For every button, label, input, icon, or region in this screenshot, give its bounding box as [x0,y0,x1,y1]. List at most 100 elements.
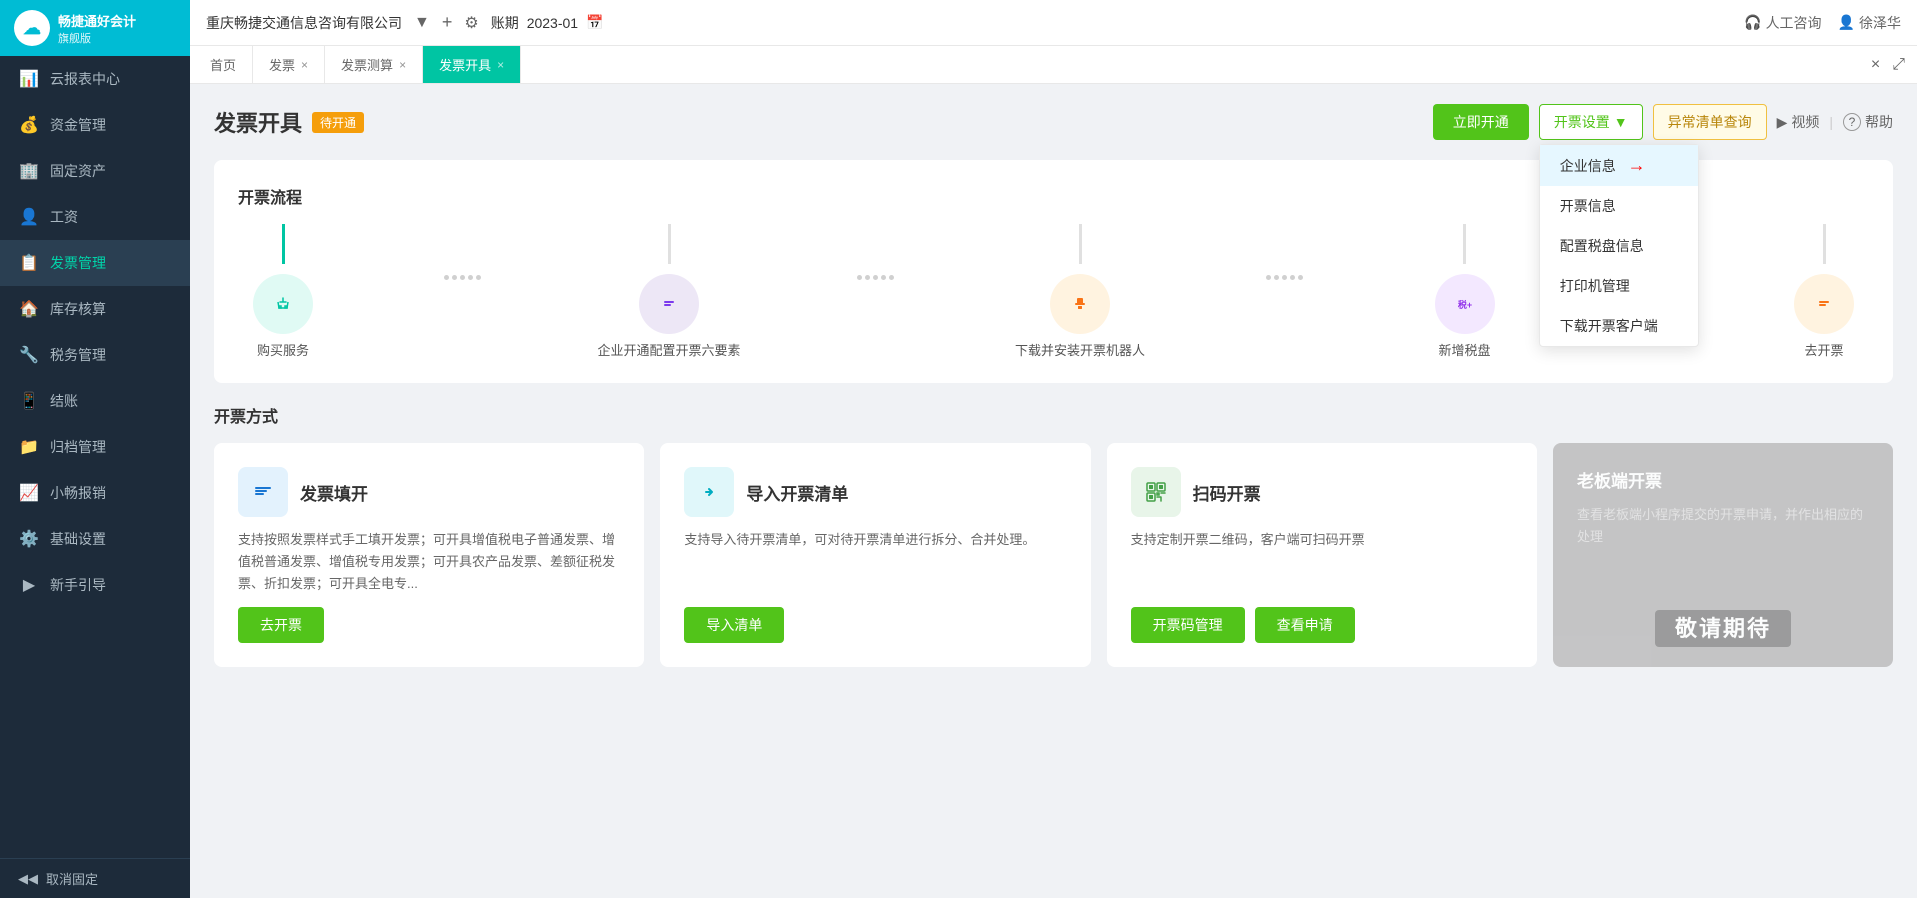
boss-overlay-text: 敬请期待 [1655,610,1791,647]
invoice-info-label: 开票信息 [1560,198,1616,214]
method-fill-header: 发票填开 [238,467,620,517]
settings-button[interactable]: 开票设置 ▼ [1539,104,1643,140]
tab-invoice-test[interactable]: 发票测算 × [325,46,423,83]
method-import-title: 导入开票清单 [746,480,848,505]
step-icon-add-disk: 税+ [1435,274,1495,334]
topbar: 重庆畅捷交通信息咨询有限公司 ▼ + ⚙ 账期 2023-01 📅 🎧 人工咨询… [190,0,1917,46]
abnormal-button[interactable]: 异常清单查询 [1653,104,1767,140]
sidebar-item-salary[interactable]: 👤 工资 [0,194,190,240]
tab-home-label: 首页 [210,55,236,74]
menu-item-printer[interactable]: 打印机管理 [1540,266,1698,306]
period-area: 账期 2023-01 📅 [491,13,604,33]
user-avatar-icon: 👤 [1838,14,1855,31]
guide-icon: ▶ [18,574,40,596]
menu-item-company-info[interactable]: 企业信息 → [1540,145,1698,186]
logo-title: 畅捷通好会计 [58,11,136,30]
sidebar-item-cloud-report[interactable]: 📊 云报表中心 [0,56,190,102]
sidebar-label-fund: 资金管理 [50,115,106,135]
import-list-button[interactable]: 导入清单 [684,607,784,643]
methods-grid: 发票填开 支持按照发票样式手工填开发票；可开具增值税电子普通发票、增值税普通发票… [214,443,1893,667]
calendar-icon[interactable]: 📅 [586,14,603,31]
step-label-go-invoice: 去开票 [1805,340,1844,359]
sidebar-item-settings[interactable]: ⚙️ 基础设置 [0,516,190,562]
tab-invoice[interactable]: 发票 × [253,46,325,83]
menu-item-download-client[interactable]: 下载开票客户端 [1540,306,1698,346]
invoice-icon: 📋 [18,252,40,274]
methods-section-title: 开票方式 [214,403,1893,427]
tab-invoice-label: 发票 [269,55,295,74]
tab-invoice-tool[interactable]: 发票开具 × [423,46,521,83]
inventory-icon: 🏠 [18,298,40,320]
fill-invoice-button[interactable]: 去开票 [238,607,324,643]
step-label-add-disk: 新增税盘 [1439,340,1491,359]
topbar-right: 🎧 人工咨询 👤 徐泽华 [1744,13,1901,33]
sidebar-item-guide[interactable]: ▶ 新手引导 [0,562,190,608]
sidebar-item-invoice[interactable]: 📋 发票管理 [0,240,190,286]
settings-dropdown-menu: 企业信息 → 开票信息 配置税盘信息 打印机管理 [1539,144,1699,347]
archive-icon: 📁 [18,436,40,458]
help-icon: ? [1843,113,1861,131]
sidebar-item-tax[interactable]: 🔧 税务管理 [0,332,190,378]
video-btn[interactable]: ▶ 视频 [1777,112,1820,132]
sidebar-label-report: 小畅报销 [50,483,106,503]
tab-invoice-tool-label: 发票开具 [439,55,491,74]
sidebar-item-archive[interactable]: 📁 归档管理 [0,424,190,470]
sidebar-item-fund[interactable]: 💰 资金管理 [0,102,190,148]
tab-invoice-close[interactable]: × [301,58,308,72]
step-bar-add-disk [1463,224,1466,264]
tab-invoice-test-close[interactable]: × [399,58,406,72]
company-name[interactable]: 重庆畅捷交通信息咨询有限公司 [206,13,402,33]
step-icon-buy [253,274,313,334]
tab-close-btn[interactable]: × [1867,52,1884,78]
fixed-assets-icon: 🏢 [18,160,40,182]
consult-label: 人工咨询 [1766,13,1822,33]
method-card-import: 导入开票清单 支持导入待开票清单，可对待开票清单进行拆分、合并处理。 导入清单 [660,443,1090,667]
scan-buttons: 开票码管理 查看申请 [1131,607,1513,643]
salary-icon: 👤 [18,206,40,228]
period-value: 2023-01 [527,15,578,31]
sidebar-label-invoice: 发票管理 [50,253,106,273]
report-icon: 📈 [18,482,40,504]
method-fill-desc: 支持按照发票样式手工填开发票；可开具增值税电子普通发票、增值税普通发票、增值税专… [238,529,620,595]
scan-code-manage-button[interactable]: 开票码管理 [1131,607,1245,643]
add-company-icon[interactable]: + [442,12,453,33]
tax-disk-label: 配置税盘信息 [1560,238,1644,254]
scan-view-apply-button[interactable]: 查看申请 [1255,607,1355,643]
step-bar-go-invoice [1823,224,1826,264]
menu-item-invoice-info[interactable]: 开票信息 [1540,186,1698,226]
status-badge: 待开通 [312,112,364,133]
method-import-header: 导入开票清单 [684,467,1066,517]
help-btn[interactable]: ? 帮助 [1843,112,1893,132]
video-icon: ▶ [1777,114,1788,131]
consult-btn[interactable]: 🎧 人工咨询 [1744,13,1821,33]
sidebar-bottom[interactable]: ◀◀ 取消固定 [0,858,190,898]
download-client-label: 下载开票客户端 [1560,318,1658,334]
sidebar-logo[interactable]: ☁ 畅捷通好会计 旗舰版 [0,0,190,56]
step-label-download: 下载并安装开票机器人 [1015,340,1145,359]
sidebar-item-fixed-assets[interactable]: 🏢 固定资产 [0,148,190,194]
logo-text-area: 畅捷通好会计 旗舰版 [58,11,136,46]
sidebar-item-checkout[interactable]: 📱 结账 [0,378,190,424]
page-header: 发票开具 待开通 立即开通 开票设置 ▼ 企业信息 [214,104,1893,140]
sidebar-item-inventory[interactable]: 🏠 库存核算 [0,286,190,332]
step-icon-go-invoice [1794,274,1854,334]
menu-item-tax-disk[interactable]: 配置税盘信息 [1540,226,1698,266]
step-icon-configure [639,274,699,334]
tab-expand-btn[interactable]: ⤢ [1888,52,1909,78]
activate-button[interactable]: 立即开通 [1433,104,1529,140]
step-download: 下载并安装开票机器人 [1010,224,1150,359]
company-dropdown-icon[interactable]: ▼ [414,14,430,32]
consult-icon: 🎧 [1744,14,1761,31]
boss-overlay: 敬请期待 [1577,611,1869,643]
method-card-scan: 扫码开票 支持定制开票二维码，客户端可扫码开票 开票码管理 查看申请 [1107,443,1537,667]
user-area[interactable]: 👤 徐泽华 [1838,13,1901,33]
logo-subtitle: 旗舰版 [58,30,136,46]
topbar-settings-icon[interactable]: ⚙ [464,13,478,33]
sidebar-label-guide: 新手引导 [50,575,106,595]
sidebar: ☁ 畅捷通好会计 旗舰版 📊 云报表中心 💰 资金管理 🏢 固定资产 👤 [0,0,190,898]
sidebar-item-report[interactable]: 📈 小畅报销 [0,470,190,516]
method-scan-icon [1131,467,1181,517]
tab-invoice-tool-close[interactable]: × [497,58,504,72]
tab-home[interactable]: 首页 [194,46,253,83]
printer-label: 打印机管理 [1560,278,1630,294]
